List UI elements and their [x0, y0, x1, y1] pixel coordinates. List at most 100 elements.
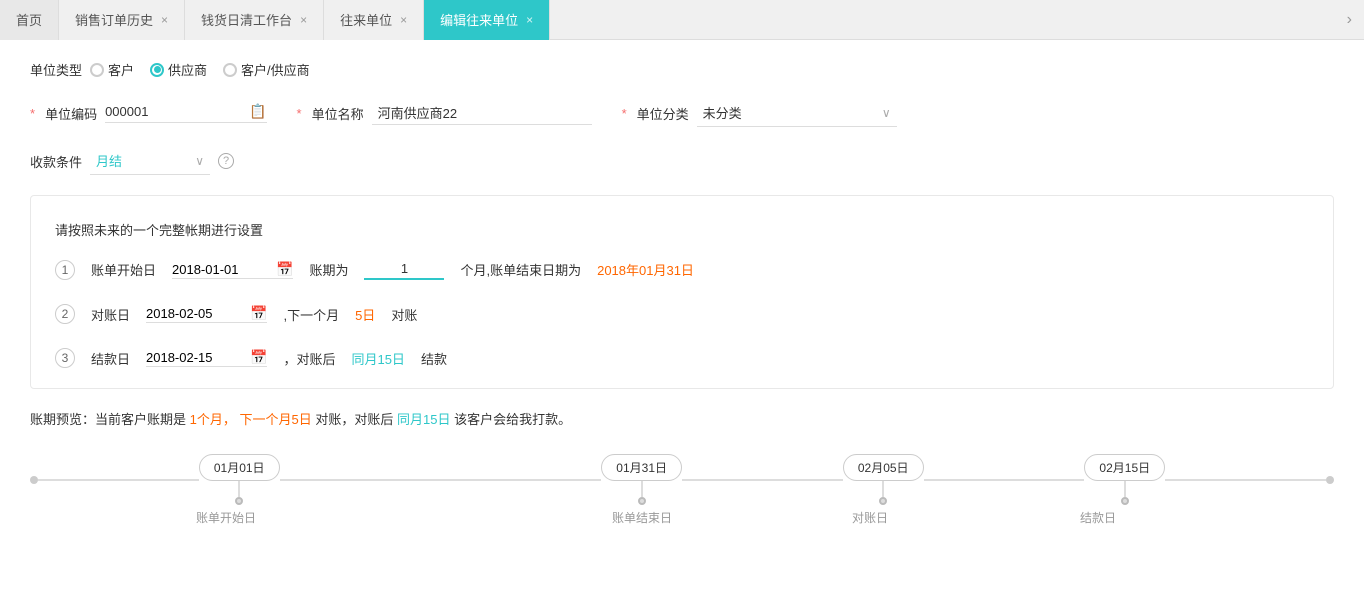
timeline-point-1: 01月01日: [199, 454, 280, 505]
timeline-dot-1: [235, 497, 243, 505]
reconcile-prefix: ,下一个月: [283, 305, 339, 324]
tab-partner[interactable]: 往来单位 ×: [324, 0, 424, 40]
period-months-input[interactable]: [364, 259, 444, 280]
panel-title: 请按照未来的一个完整帐期进行设置: [55, 220, 1309, 239]
unit-info-row: * 单位编码 📋 * 单位名称 * 单位分类 未分类 ∨: [30, 99, 1334, 127]
period-reconcile-date-field[interactable]: [146, 306, 246, 321]
timeline-bubble-2: 01月31日: [601, 454, 682, 481]
timeline-point-4: 02月15日: [1084, 454, 1165, 505]
period-row-number-3: 3: [55, 348, 75, 368]
period-payment-calendar-icon[interactable]: 📅: [250, 349, 267, 366]
unit-category-required: *: [622, 106, 627, 121]
tab-cash-daily[interactable]: 钱货日清工作台 ×: [185, 0, 324, 40]
payment-prefix: ，对账后: [283, 349, 335, 368]
payment-terms-value: 月结: [96, 151, 187, 170]
preview-period: 1个月，: [190, 412, 236, 427]
unit-name-required: *: [297, 106, 302, 121]
payment-terms-help-icon[interactable]: ?: [218, 153, 234, 169]
preview-end: 同月15日: [397, 412, 450, 427]
unit-name-label: 单位名称: [312, 104, 364, 123]
tab-home[interactable]: 首页: [0, 0, 59, 40]
unit-name-input[interactable]: [372, 101, 592, 125]
period-row-2: 2 对账日 📅 ,下一个月 5日 对账: [55, 304, 1309, 324]
reconcile-suffix: 对账: [391, 305, 417, 324]
period-start-label: 账单开始日: [91, 260, 156, 279]
unit-category-value: 未分类: [703, 103, 874, 122]
preview-middle: 下一个月5日: [240, 412, 312, 427]
tab-edit-partner[interactable]: 编辑往来单位 ×: [424, 0, 550, 40]
period-start-date-field[interactable]: [172, 262, 272, 277]
unit-code-label: 单位编码: [45, 104, 97, 123]
period-reconcile-label: 对账日: [91, 305, 130, 324]
timeline-bubble-3: 02月05日: [843, 454, 924, 481]
timeline-segment-4: [924, 479, 1085, 481]
radio-supplier[interactable]: 供应商: [150, 60, 207, 79]
period-unit-text: 个月,账单结束日期为: [460, 260, 581, 279]
period-start-calendar-icon[interactable]: 📅: [276, 261, 293, 278]
unit-type-group: 单位类型 客户 供应商 客户/供应商: [30, 60, 310, 79]
period-for-label: 账期为: [309, 260, 348, 279]
timeline-track: 01月01日 01月31日 02月05日: [30, 454, 1334, 505]
timeline-left-dot: [30, 476, 38, 484]
payment-terms-select[interactable]: 月结 ∨: [90, 147, 210, 175]
period-reconcile-date-input: 📅: [146, 305, 267, 323]
unit-type-label: 单位类型: [30, 60, 82, 79]
timeline-bubble-4: 02月15日: [1084, 454, 1165, 481]
unit-category-arrow-icon: ∨: [882, 106, 891, 120]
tab-sales-history[interactable]: 销售订单历史 ×: [59, 0, 185, 40]
tab-edit-partner-close[interactable]: ×: [526, 13, 533, 27]
payment-terms-label: 收款条件: [30, 152, 82, 171]
preview-text: 账期预览：当前客户账期是 1个月， 下一个月5日 对账，对账后 同月15日 该客…: [30, 409, 1334, 428]
period-row-number-2: 2: [55, 304, 75, 324]
timeline-dot-3: [879, 497, 887, 505]
timeline-point-3: 02月05日: [843, 454, 924, 505]
unit-code-input-wrapper: 📋: [105, 103, 266, 123]
period-reconcile-calendar-icon[interactable]: 📅: [250, 305, 267, 322]
preview-suffix: 该客户会给我打款。: [454, 412, 571, 427]
timeline-segment-5: [1165, 479, 1326, 481]
period-row-1: 1 账单开始日 📅 账期为 个月,账单结束日期为 2018年01月31日: [55, 259, 1309, 280]
period-row-number-1: 1: [55, 260, 75, 280]
payment-day: 同月15日: [351, 349, 404, 368]
radio-customer-supplier-circle: [223, 63, 237, 77]
timeline-connector-1: [238, 481, 240, 497]
unit-code-input[interactable]: [105, 104, 245, 119]
tab-bar: 首页 销售订单历史 × 钱货日清工作台 × 往来单位 × 编辑往来单位 × ›: [0, 0, 1364, 40]
unit-name-group: * 单位名称: [297, 101, 592, 125]
period-row-3: 3 结款日 📅 ，对账后 同月15日 结款: [55, 348, 1309, 368]
timeline-labels-row: 账单开始日 账单结束日 对账日 结款日: [30, 509, 1334, 526]
radio-supplier-label: 供应商: [168, 60, 207, 79]
unit-code-calendar-icon[interactable]: 📋: [249, 103, 266, 120]
payment-terms-row: 收款条件 月结 ∨ ?: [30, 147, 1334, 175]
timeline-segment-1: [38, 479, 199, 481]
payment-terms-arrow-icon: ∨: [195, 154, 204, 168]
timeline-right-dot: [1326, 476, 1334, 484]
period-payment-date-input: 📅: [146, 349, 267, 367]
tab-cash-daily-close[interactable]: ×: [300, 13, 307, 27]
timeline-connector-4: [1124, 481, 1126, 497]
tab-expand-button[interactable]: ›: [1335, 11, 1364, 29]
timeline-bubble-1: 01月01日: [199, 454, 280, 481]
tab-sales-history-close[interactable]: ×: [161, 13, 168, 27]
unit-category-select[interactable]: 未分类 ∨: [697, 99, 897, 127]
tab-partner-close[interactable]: ×: [400, 13, 407, 27]
radio-supplier-circle: [150, 63, 164, 77]
timeline-connector-2: [641, 481, 643, 497]
unit-category-label: 单位分类: [637, 104, 689, 123]
payment-suffix: 结款: [421, 349, 447, 368]
preview-prefix: 账期预览：当前客户账期是: [30, 412, 186, 427]
unit-code-group: * 单位编码 📋: [30, 103, 267, 123]
unit-code-required: *: [30, 106, 35, 121]
timeline-point-2: 01月31日: [601, 454, 682, 505]
radio-customer[interactable]: 客户: [90, 60, 134, 79]
timeline-label-3: 对账日: [830, 509, 910, 526]
period-payment-date-field[interactable]: [146, 350, 246, 365]
timeline-segment-3: [682, 479, 843, 481]
unit-category-group: * 单位分类 未分类 ∨: [622, 99, 897, 127]
period-payment-label: 结款日: [91, 349, 130, 368]
radio-customer-supplier[interactable]: 客户/供应商: [223, 60, 310, 79]
period-panel: 请按照未来的一个完整帐期进行设置 1 账单开始日 📅 账期为 个月,账单结束日期…: [30, 195, 1334, 389]
unit-type-radio-group: 客户 供应商 客户/供应商: [90, 60, 310, 79]
timeline-segment-2: [280, 479, 602, 481]
timeline-label-1: 账单开始日: [186, 509, 266, 526]
